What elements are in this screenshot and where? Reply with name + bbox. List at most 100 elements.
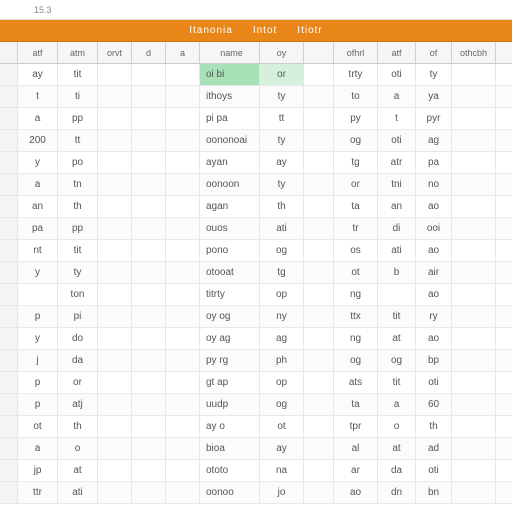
cell[interactable] — [98, 394, 132, 415]
cell[interactable] — [304, 174, 334, 195]
col-header[interactable]: orvt — [98, 42, 132, 63]
cell[interactable] — [452, 372, 496, 393]
cell[interactable]: or — [58, 372, 98, 393]
cell[interactable]: tit — [58, 240, 98, 261]
cell[interactable]: oti — [416, 460, 452, 481]
cell[interactable] — [166, 350, 200, 371]
cell[interactable] — [452, 196, 496, 217]
cell[interactable] — [452, 306, 496, 327]
cell[interactable]: ouos — [200, 218, 260, 239]
cell[interactable]: b — [378, 262, 416, 283]
cell[interactable] — [166, 328, 200, 349]
cell[interactable]: pyr — [416, 108, 452, 129]
cell[interactable] — [166, 130, 200, 151]
cell[interactable]: otooat — [200, 262, 260, 283]
cell[interactable]: at — [378, 328, 416, 349]
cell[interactable] — [166, 306, 200, 327]
cell[interactable]: op — [260, 284, 304, 305]
cell[interactable] — [0, 108, 18, 129]
cell[interactable] — [0, 174, 18, 195]
cell[interactable] — [98, 460, 132, 481]
cell[interactable] — [98, 240, 132, 261]
cell[interactable]: ayan — [200, 152, 260, 173]
cell[interactable]: tpr — [334, 416, 378, 437]
cell[interactable] — [304, 152, 334, 173]
cell[interactable]: bp — [416, 350, 452, 371]
cell[interactable]: ar — [334, 460, 378, 481]
cell[interactable] — [304, 108, 334, 129]
cell[interactable] — [452, 416, 496, 437]
cell[interactable] — [98, 86, 132, 107]
cell[interactable]: tit — [378, 306, 416, 327]
cell[interactable] — [452, 218, 496, 239]
col-header[interactable]: ofhrl — [334, 42, 378, 63]
cell[interactable] — [132, 372, 166, 393]
cell[interactable]: tit — [58, 64, 98, 85]
cell[interactable]: pp — [58, 218, 98, 239]
cell[interactable] — [452, 86, 496, 107]
cell[interactable] — [132, 306, 166, 327]
cell[interactable]: a — [18, 174, 58, 195]
cell[interactable] — [166, 262, 200, 283]
cell[interactable]: t — [378, 108, 416, 129]
cell[interactable]: j — [18, 350, 58, 371]
cell[interactable]: 200 — [18, 130, 58, 151]
cell[interactable]: tt — [260, 108, 304, 129]
cell[interactable]: y — [18, 262, 58, 283]
cell[interactable]: bn — [416, 482, 452, 503]
cell[interactable]: oonoo — [200, 482, 260, 503]
cell[interactable] — [132, 240, 166, 261]
cell[interactable] — [98, 130, 132, 151]
cell[interactable] — [0, 262, 18, 283]
cell[interactable]: oti — [378, 130, 416, 151]
cell[interactable]: ag — [416, 130, 452, 151]
cell[interactable] — [0, 460, 18, 481]
cell[interactable]: o — [58, 438, 98, 459]
cell[interactable]: tit — [378, 372, 416, 393]
cell[interactable] — [0, 482, 18, 503]
cell[interactable] — [0, 240, 18, 261]
col-header[interactable]: of — [416, 42, 452, 63]
cell[interactable]: oti — [416, 372, 452, 393]
cell[interactable]: tg — [334, 152, 378, 173]
cell[interactable] — [304, 218, 334, 239]
cell[interactable] — [98, 262, 132, 283]
cell[interactable] — [452, 262, 496, 283]
cell[interactable] — [452, 174, 496, 195]
cell[interactable] — [166, 174, 200, 195]
cell[interactable] — [132, 64, 166, 85]
cell[interactable]: oononoai — [200, 130, 260, 151]
cell[interactable]: py rg — [200, 350, 260, 371]
cell[interactable]: oonoon — [200, 174, 260, 195]
cell[interactable]: pp — [58, 108, 98, 129]
cell[interactable]: o — [378, 416, 416, 437]
cell[interactable] — [0, 416, 18, 437]
cell[interactable]: da — [378, 460, 416, 481]
cell[interactable]: t — [18, 86, 58, 107]
cell[interactable]: atr — [378, 152, 416, 173]
cell[interactable] — [132, 152, 166, 173]
cell[interactable] — [0, 350, 18, 371]
cell[interactable]: ty — [260, 174, 304, 195]
cell[interactable]: ot — [18, 416, 58, 437]
cell[interactable]: atj — [58, 394, 98, 415]
cell[interactable]: p — [18, 306, 58, 327]
cell[interactable]: da — [58, 350, 98, 371]
cell[interactable]: ao — [416, 196, 452, 217]
cell[interactable]: ag — [260, 328, 304, 349]
cell[interactable] — [304, 482, 334, 503]
cell[interactable]: ay — [18, 64, 58, 85]
cell[interactable]: do — [58, 328, 98, 349]
cell[interactable] — [0, 284, 18, 305]
cell[interactable] — [452, 328, 496, 349]
cell[interactable]: ooi — [416, 218, 452, 239]
cell[interactable] — [452, 108, 496, 129]
col-header[interactable]: a — [166, 42, 200, 63]
cell[interactable] — [132, 174, 166, 195]
cell[interactable]: jo — [260, 482, 304, 503]
cell[interactable]: ty — [260, 86, 304, 107]
cell[interactable]: ao — [334, 482, 378, 503]
cell[interactable]: ot — [334, 262, 378, 283]
cell[interactable] — [98, 64, 132, 85]
cell[interactable]: y — [18, 152, 58, 173]
